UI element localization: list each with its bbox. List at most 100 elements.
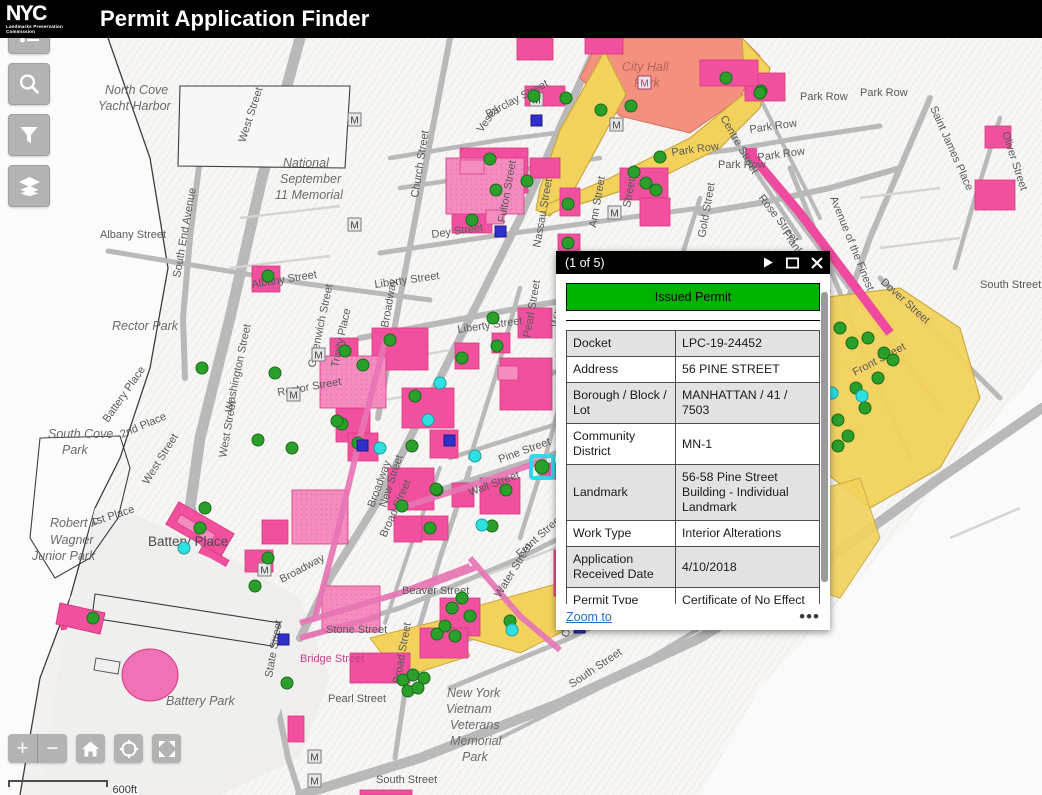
- svg-text:South Cove: South Cove: [48, 427, 113, 441]
- svg-text:Pearl Street: Pearl Street: [328, 693, 386, 705]
- svg-text:Albany Street: Albany Street: [100, 229, 166, 241]
- svg-text:M: M: [612, 121, 620, 132]
- maximize-icon: [786, 256, 799, 268]
- attribute-key: Work Type: [566, 520, 676, 547]
- logo-agency-line2: Commission: [6, 29, 36, 34]
- status-badge: Issued Permit: [566, 283, 820, 311]
- table-row: Permit Type Certificate of No Effect: [566, 587, 820, 604]
- feature-popup: (1 of 5) Issued Permit Docket LPC-19-244…: [556, 251, 830, 630]
- attribute-value: Interior Alterations: [675, 520, 820, 547]
- attribute-key: Community District: [566, 423, 676, 465]
- application-root: NYC Landmarks Preservation Commission Pe…: [0, 0, 1042, 795]
- attribute-value: LPC-19-24452: [675, 330, 820, 357]
- zoom-out-button[interactable]: −: [38, 734, 67, 763]
- home-icon: [82, 741, 99, 756]
- svg-text:National: National: [283, 156, 330, 170]
- svg-text:M: M: [310, 777, 318, 788]
- table-row: Application Received Date 4/10/2018: [566, 546, 820, 588]
- map-scale-bar: 600ft: [8, 780, 138, 795]
- svg-text:Stone Street: Stone Street: [326, 624, 387, 636]
- svg-text:Yacht Harbor: Yacht Harbor: [98, 99, 172, 113]
- svg-text:September: September: [280, 172, 342, 186]
- attribute-key: Borough / Block / Lot: [566, 382, 676, 424]
- svg-text:Wagner: Wagner: [50, 533, 94, 547]
- map-tools-toolbar: [8, 12, 50, 207]
- popup-body: Issued Permit Docket LPC-19-24452 Address 5…: [556, 274, 830, 604]
- table-row: Docket LPC-19-24452: [566, 330, 820, 357]
- popup-close-button[interactable]: [811, 256, 823, 269]
- scale-bar-label: 600ft: [111, 784, 138, 795]
- attribute-value: 56 PINE STREET: [675, 356, 820, 383]
- svg-text:M: M: [289, 391, 297, 402]
- svg-text:Junior Park: Junior Park: [31, 549, 96, 563]
- close-icon: [811, 256, 823, 269]
- zoom-in-button[interactable]: +: [8, 734, 38, 763]
- svg-text:South Street: South Street: [376, 774, 437, 786]
- filter-icon: [20, 127, 38, 144]
- locate-button[interactable]: [114, 734, 143, 763]
- sidebar-item-filter[interactable]: [8, 114, 50, 156]
- popup-next-button[interactable]: [763, 257, 774, 268]
- popup-more-menu[interactable]: •••: [799, 608, 820, 625]
- svg-text:Memorial: Memorial: [450, 734, 503, 748]
- map-canvas[interactable]: North Cove Yacht Harbor National Septemb…: [0, 38, 1042, 795]
- attribute-value: 4/10/2018: [675, 546, 820, 588]
- svg-text:M: M: [640, 79, 648, 90]
- svg-text:Vietnam: Vietnam: [446, 702, 492, 716]
- svg-text:M: M: [314, 351, 322, 362]
- page-title: Permit Application Finder: [100, 6, 370, 31]
- table-row: Community District MN-1: [566, 423, 820, 465]
- attribute-key: Landmark: [566, 464, 676, 521]
- popup-divider: [566, 320, 820, 321]
- attribute-key: Docket: [566, 330, 676, 357]
- attribute-value: Certificate of No Effect: [675, 587, 820, 604]
- zoom-to-link[interactable]: Zoom to: [566, 610, 612, 624]
- attribute-value: 56-58 Pine Street Building - Individual …: [675, 464, 820, 521]
- attribute-table: Docket LPC-19-24452 Address 56 PINE STREET B…: [566, 330, 820, 604]
- table-row: Address 56 PINE STREET: [566, 356, 820, 383]
- popup-scrollbar[interactable]: [821, 292, 828, 582]
- svg-text:M: M: [260, 566, 268, 577]
- svg-text:Park: Park: [462, 750, 488, 764]
- sidebar-item-layers[interactable]: [8, 165, 50, 207]
- svg-text:North Cove: North Cove: [105, 83, 168, 97]
- logo-nyc-text: NYC: [6, 1, 48, 25]
- svg-text:New York: New York: [447, 686, 501, 700]
- popup-footer: Zoom to •••: [556, 604, 830, 630]
- table-row: Landmark 56-58 Pine Street Building - Ind…: [566, 464, 820, 521]
- svg-text:Park Row: Park Row: [860, 87, 908, 99]
- attribute-value: MANHATTAN / 41 / 7503: [675, 382, 820, 424]
- svg-text:M: M: [350, 221, 358, 232]
- svg-text:M: M: [350, 116, 358, 127]
- popup-header: (1 of 5): [556, 251, 830, 274]
- table-row: Work Type Interior Alterations: [566, 520, 820, 547]
- search-icon: [19, 74, 39, 94]
- map-navigation-controls: + −: [8, 734, 181, 763]
- app-header: NYC Landmarks Preservation Commission Pe…: [0, 0, 1042, 38]
- svg-text:M: M: [610, 209, 618, 220]
- svg-text:Bridge Street: Bridge Street: [300, 653, 364, 665]
- attribute-key: Permit Type: [566, 587, 676, 604]
- attribute-key: Address: [566, 356, 676, 383]
- svg-text:Park Row: Park Row: [718, 159, 766, 171]
- svg-text:11 Memorial: 11 Memorial: [275, 188, 344, 202]
- svg-text:Rector Park: Rector Park: [112, 319, 179, 333]
- popup-pagination-label: (1 of 5): [565, 255, 605, 270]
- svg-text:Battery Park: Battery Park: [166, 694, 236, 708]
- full-extent-button[interactable]: [152, 734, 181, 763]
- svg-text:Veterans: Veterans: [450, 718, 500, 732]
- attribute-value: MN-1: [675, 423, 820, 465]
- svg-text:City Hall: City Hall: [622, 60, 670, 74]
- next-arrow-icon: [764, 257, 773, 268]
- home-button[interactable]: [76, 734, 105, 763]
- sidebar-item-search[interactable]: [8, 63, 50, 105]
- popup-maximize-button[interactable]: [786, 256, 799, 269]
- table-row: Borough / Block / Lot MANHATTAN / 41 / 75…: [566, 382, 820, 424]
- layers-icon: [18, 177, 40, 197]
- svg-text:Park Row: Park Row: [800, 91, 848, 103]
- locate-crosshair-icon: [119, 739, 138, 758]
- expand-icon: [158, 740, 175, 757]
- scale-bar-line: [8, 780, 108, 787]
- zoom-control-group: + −: [8, 734, 67, 763]
- popup-header-actions: [763, 256, 823, 269]
